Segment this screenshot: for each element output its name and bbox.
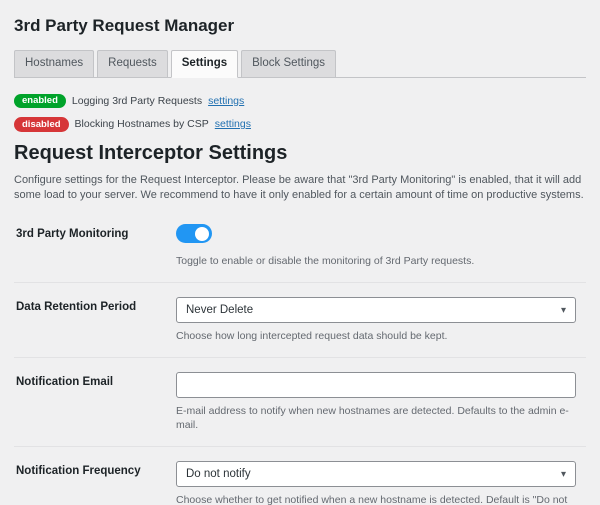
- toggle-knob: [195, 226, 209, 241]
- settings-form: 3rd Party Monitoring Toggle to enable or…: [14, 210, 586, 505]
- row-monitoring: 3rd Party Monitoring Toggle to enable or…: [14, 210, 586, 284]
- logging-settings-link[interactable]: settings: [208, 95, 244, 107]
- retention-label: Data Retention Period: [16, 301, 137, 314]
- tab-bar: Hostnames Requests Settings Block Settings: [14, 50, 586, 78]
- notification-email-input[interactable]: [176, 371, 576, 398]
- retention-help: Choose how long intercepted request data…: [176, 330, 448, 343]
- section-heading: Request Interceptor Settings: [14, 141, 288, 164]
- tab-hostnames[interactable]: Hostnames: [14, 50, 95, 77]
- status-csp-text: Blocking Hostnames by CSP: [74, 118, 209, 131]
- email-help: E-mail address to notify when new hostna…: [176, 404, 569, 432]
- tab-settings[interactable]: Settings: [170, 50, 239, 78]
- enabled-badge: enabled: [14, 93, 66, 108]
- frequency-selected-value: Do not notify: [186, 468, 251, 481]
- tab-block-settings[interactable]: Block Settings: [241, 50, 337, 77]
- frequency-label: Notification Frequency: [16, 465, 141, 478]
- chevron-down-icon: ▾: [560, 468, 566, 480]
- row-frequency: Notification Frequency Do not notify ▾ C…: [14, 447, 586, 505]
- monitoring-help: Toggle to enable or disable the monitori…: [176, 255, 475, 268]
- settings-page: 3rd Party Request Manager Hostnames Reque…: [0, 0, 600, 505]
- status-logging-text: Logging 3rd Party Requests: [71, 94, 203, 107]
- status-csp: disabled Blocking Hostnames by CSP setti…: [14, 117, 586, 132]
- row-email: Notification Email E-mail address to not…: [14, 358, 586, 448]
- frequency-select[interactable]: Do not notify ▾: [176, 461, 576, 488]
- status-logging: enabled Logging 3rd Party Requests setti…: [14, 93, 586, 108]
- email-label: Notification Email: [16, 375, 114, 388]
- monitoring-label: 3rd Party Monitoring: [16, 228, 129, 241]
- section-description: Configure settings for the Request Inter…: [14, 173, 584, 202]
- retention-selected-value: Never Delete: [186, 304, 254, 317]
- retention-select[interactable]: Never Delete ▾: [176, 297, 576, 324]
- disabled-badge: disabled: [14, 117, 69, 132]
- csp-settings-link[interactable]: settings: [215, 118, 251, 130]
- page-title: 3rd Party Request Manager: [14, 16, 235, 35]
- chevron-down-icon: ▾: [560, 304, 566, 316]
- status-area: enabled Logging 3rd Party Requests setti…: [14, 93, 586, 132]
- tab-requests[interactable]: Requests: [97, 50, 168, 77]
- row-retention: Data Retention Period Never Delete ▾ Cho…: [14, 283, 586, 358]
- frequency-help: Choose whether to get notified when a ne…: [176, 494, 568, 505]
- monitoring-toggle[interactable]: [176, 224, 212, 244]
